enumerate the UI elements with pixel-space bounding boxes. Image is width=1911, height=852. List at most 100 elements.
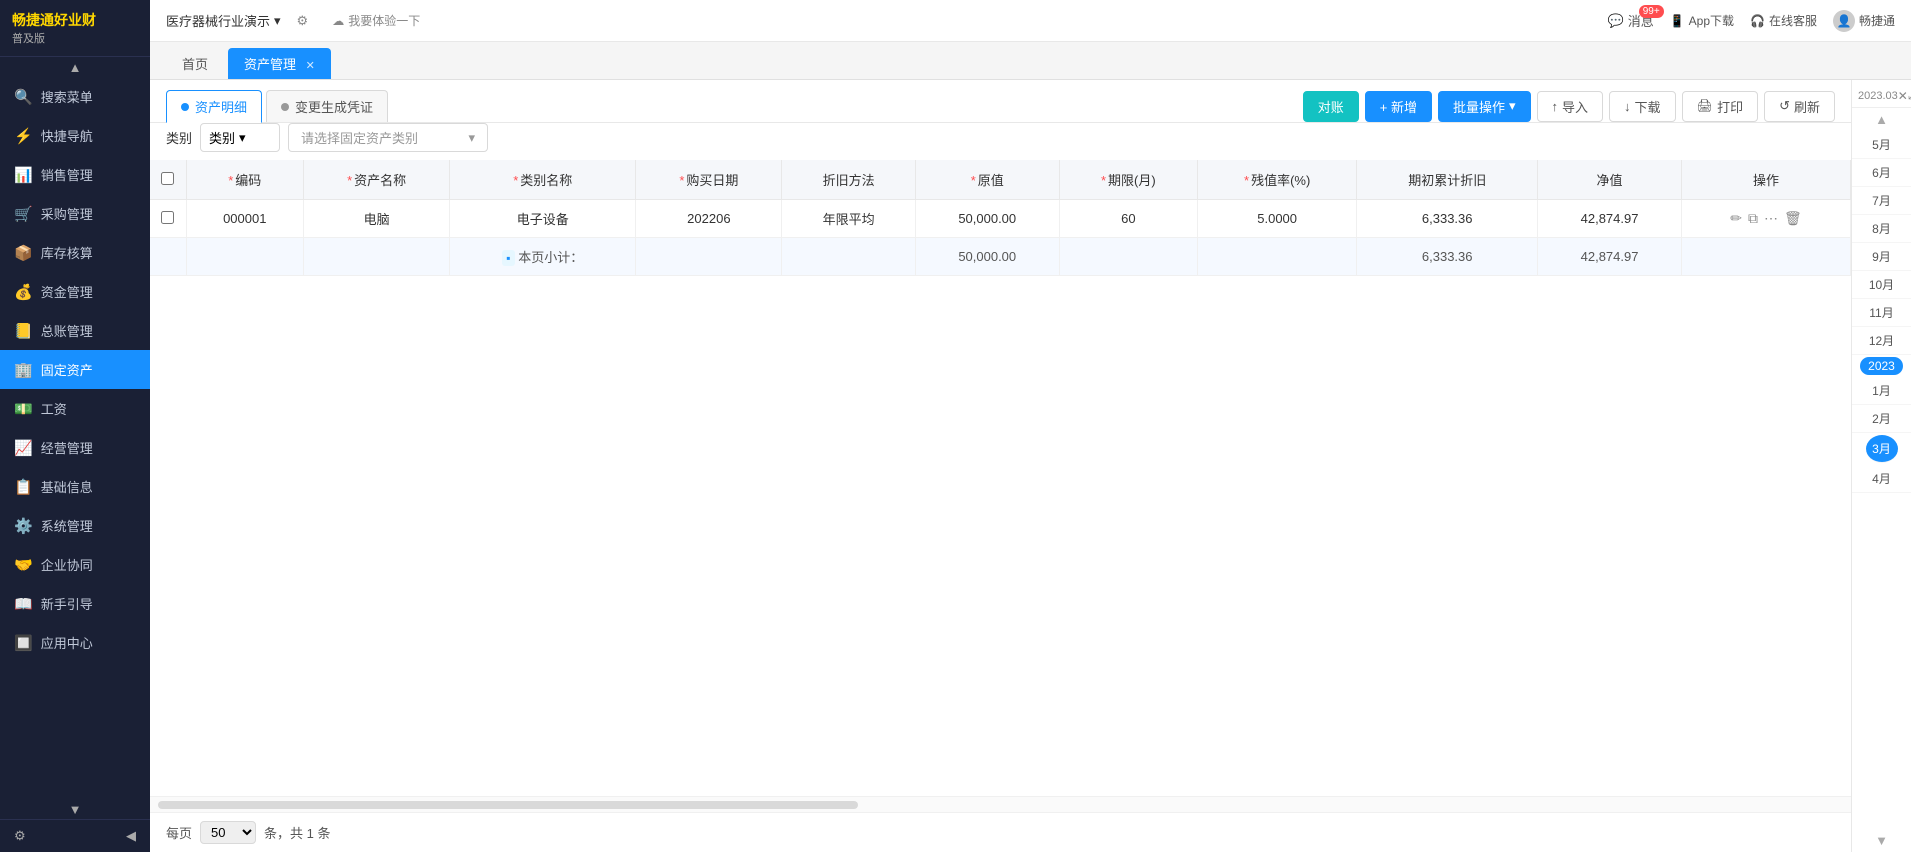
- row-depreciation-method-0: 年限平均: [782, 200, 915, 238]
- collapse-icon[interactable]: ◀: [126, 828, 136, 844]
- sidebar-item-basic-info[interactable]: 📋基础信息: [0, 467, 150, 506]
- horizontal-scrollbar[interactable]: [158, 801, 858, 809]
- sidebar-item-label-purchase: 采购管理: [41, 204, 93, 223]
- panel-month-prev-11月[interactable]: 11月: [1852, 299, 1911, 327]
- settings-icon[interactable]: ⚙: [14, 828, 26, 844]
- tab-home-label: 首页: [182, 57, 208, 72]
- subtotal-row: ▪ 本页小计： 50,000.00 6,333.36 42,874.97: [150, 238, 1851, 276]
- download-button[interactable]: ↓ 下载: [1609, 91, 1676, 122]
- user-menu[interactable]: 👤 畅捷通: [1833, 10, 1895, 32]
- category-input-placeholder: 请选择固定资产类别: [301, 128, 418, 147]
- category-select[interactable]: 类别 ▾: [200, 123, 280, 152]
- panel-month-prev-8月[interactable]: 8月: [1852, 215, 1911, 243]
- delete-icon-0[interactable]: 🗑: [1784, 210, 1802, 227]
- message-button[interactable]: 💬 消息 99+: [1608, 11, 1654, 30]
- panel-month-prev-5月[interactable]: 5月: [1852, 131, 1911, 159]
- purchase-icon: 🛒: [14, 205, 33, 223]
- export-label: 导入: [1562, 97, 1588, 116]
- sidebar-item-system[interactable]: ⚙️系统管理: [0, 506, 150, 545]
- export-button[interactable]: ↑ 导入: [1537, 91, 1604, 122]
- sidebar-logo: 畅捷通好业财 普及版: [0, 0, 150, 57]
- print-button[interactable]: 🖨 打印: [1682, 91, 1759, 122]
- sidebar-item-sales[interactable]: 📊销售管理: [0, 155, 150, 194]
- online-service-button[interactable]: 🎧 在线客服: [1750, 12, 1817, 29]
- panel-month-2月[interactable]: 2月: [1852, 405, 1911, 433]
- topbar-trial[interactable]: ☁ 我要体验一下: [332, 12, 420, 29]
- panel-month-prev-10月[interactable]: 10月: [1852, 271, 1911, 299]
- edit-icon-0[interactable]: ✏: [1730, 210, 1742, 227]
- category-input[interactable]: 请选择固定资产类别 ▾: [288, 123, 488, 152]
- panel-close-icon[interactable]: ✕: [1898, 89, 1908, 103]
- refresh-button[interactable]: ↺ 刷新: [1764, 91, 1835, 122]
- export-icon: ↑: [1552, 99, 1559, 114]
- sidebar-scroll-up[interactable]: ▲: [0, 57, 150, 77]
- th-original-value: *原值: [915, 160, 1059, 200]
- sub-tab-asset-detail-label: 资产明细: [195, 97, 247, 116]
- row-checkbox-input-0[interactable]: [161, 211, 174, 224]
- cloud-icon: ☁: [332, 14, 344, 28]
- sidebar-item-cooperation[interactable]: 🤝企业协同: [0, 545, 150, 584]
- panel-month-prev-6月[interactable]: 6月: [1852, 159, 1911, 187]
- panel-scroll-up[interactable]: ▲: [1852, 108, 1911, 131]
- sidebar-item-finance[interactable]: 💰资金管理: [0, 272, 150, 311]
- row-original-value-0: 50,000.00: [915, 200, 1059, 238]
- panel-month-4月[interactable]: 4月: [1852, 465, 1911, 493]
- panel-month-1月[interactable]: 1月: [1852, 377, 1911, 405]
- message-icon: 💬: [1608, 13, 1624, 29]
- row-checkbox-0[interactable]: [150, 200, 186, 238]
- sidebar-item-purchase[interactable]: 🛒 采购管理: [0, 194, 150, 233]
- sidebar-item-quick-nav[interactable]: ⚡ 快捷导航: [0, 116, 150, 155]
- sidebar-item-label-fixed-assets: 固定资产: [41, 360, 93, 379]
- sidebar-item-guide[interactable]: 📖新手引导: [0, 584, 150, 623]
- batch-button[interactable]: 批量操作 ▾: [1438, 91, 1531, 122]
- more-icon-0[interactable]: ⋯: [1764, 210, 1778, 227]
- copy-icon-0[interactable]: ⧉: [1748, 210, 1758, 227]
- sidebar-item-ledger[interactable]: 📒总账管理: [0, 311, 150, 350]
- per-page-select[interactable]: 50 100 200: [200, 821, 256, 844]
- quick-nav-icon: ⚡: [14, 127, 33, 145]
- sub-tab-asset-detail[interactable]: 资产明细: [166, 90, 262, 123]
- reconcile-button[interactable]: 对账: [1303, 91, 1359, 122]
- sidebar-item-operation[interactable]: 📈经营管理: [0, 428, 150, 467]
- panel-month-prev-12月[interactable]: 12月: [1852, 327, 1911, 355]
- row-name-0: 电脑: [304, 200, 450, 238]
- panel-month-prev-7月[interactable]: 7月: [1852, 187, 1911, 215]
- th-depreciation-method: 折旧方法: [782, 160, 915, 200]
- main-area: 医疗器械行业演示 ▾ ⚙ ☁ 我要体验一下 💬 消息 99+ 📱 App下载 🎧…: [150, 0, 1911, 852]
- ledger-icon: 📒: [14, 322, 33, 340]
- sidebar-item-salary[interactable]: 💵工资: [0, 389, 150, 428]
- sidebar-item-label-operation: 经营管理: [41, 438, 93, 457]
- tab-home[interactable]: 首页: [166, 48, 224, 79]
- sidebar-item-search[interactable]: 🔍搜索菜单: [0, 77, 150, 116]
- sidebar-item-fixed-assets[interactable]: 🏢 固定资产: [0, 350, 150, 389]
- panel-month-prev-9月[interactable]: 9月: [1852, 243, 1911, 271]
- row-code-0: 000001: [186, 200, 304, 238]
- reconcile-label: 对账: [1318, 97, 1344, 116]
- mobile-icon: 📱: [1670, 14, 1685, 28]
- app-download-button[interactable]: 📱 App下载: [1670, 12, 1734, 29]
- select-all-checkbox[interactable]: [161, 172, 174, 185]
- sidebar-item-app-center[interactable]: 🔲应用中心: [0, 623, 150, 662]
- refresh-icon: ↺: [1779, 98, 1790, 114]
- sidebar-item-inventory[interactable]: 📦库存核算: [0, 233, 150, 272]
- sidebar-item-label-guide: 新手引导: [41, 594, 93, 613]
- tab-close-icon[interactable]: ✕: [306, 60, 315, 72]
- sidebar-menu: 🔍搜索菜单 ⚡ 快捷导航 📊销售管理 🛒 采购管理 📦库存核算💰资金管理📒总账管理 🏢 固定资产…: [0, 77, 150, 799]
- topbar-gear-icon[interactable]: ⚙: [297, 13, 309, 29]
- print-icon: 🖨: [1697, 98, 1714, 114]
- sidebar-item-label-inventory: 库存核算: [41, 243, 93, 262]
- sidebar-item-label-app-center: 应用中心: [41, 633, 93, 652]
- sidebar-item-label-quick-nav: 快捷导航: [41, 126, 93, 145]
- panel-year-label: 2023.03: [1858, 90, 1898, 102]
- panel-month-3月[interactable]: 3月: [1866, 435, 1898, 463]
- panel-scroll-down[interactable]: ▼: [1852, 829, 1911, 852]
- company-selector[interactable]: 医疗器械行业演示 ▾: [166, 11, 281, 30]
- logo-edition: 普及版: [12, 30, 138, 46]
- new-button[interactable]: + 新增: [1365, 91, 1432, 122]
- th-actions: 操作: [1682, 160, 1851, 200]
- tab-asset-management[interactable]: 资产管理 ✕: [228, 48, 331, 79]
- sidebar-scroll-down[interactable]: ▼: [0, 799, 150, 819]
- fixed-assets-icon: 🏢: [14, 361, 33, 379]
- sub-tab-voucher[interactable]: 变更生成凭证: [266, 90, 388, 122]
- table-row: 000001 电脑 电子设备 202206 年限平均 50,000.00 60 …: [150, 200, 1851, 238]
